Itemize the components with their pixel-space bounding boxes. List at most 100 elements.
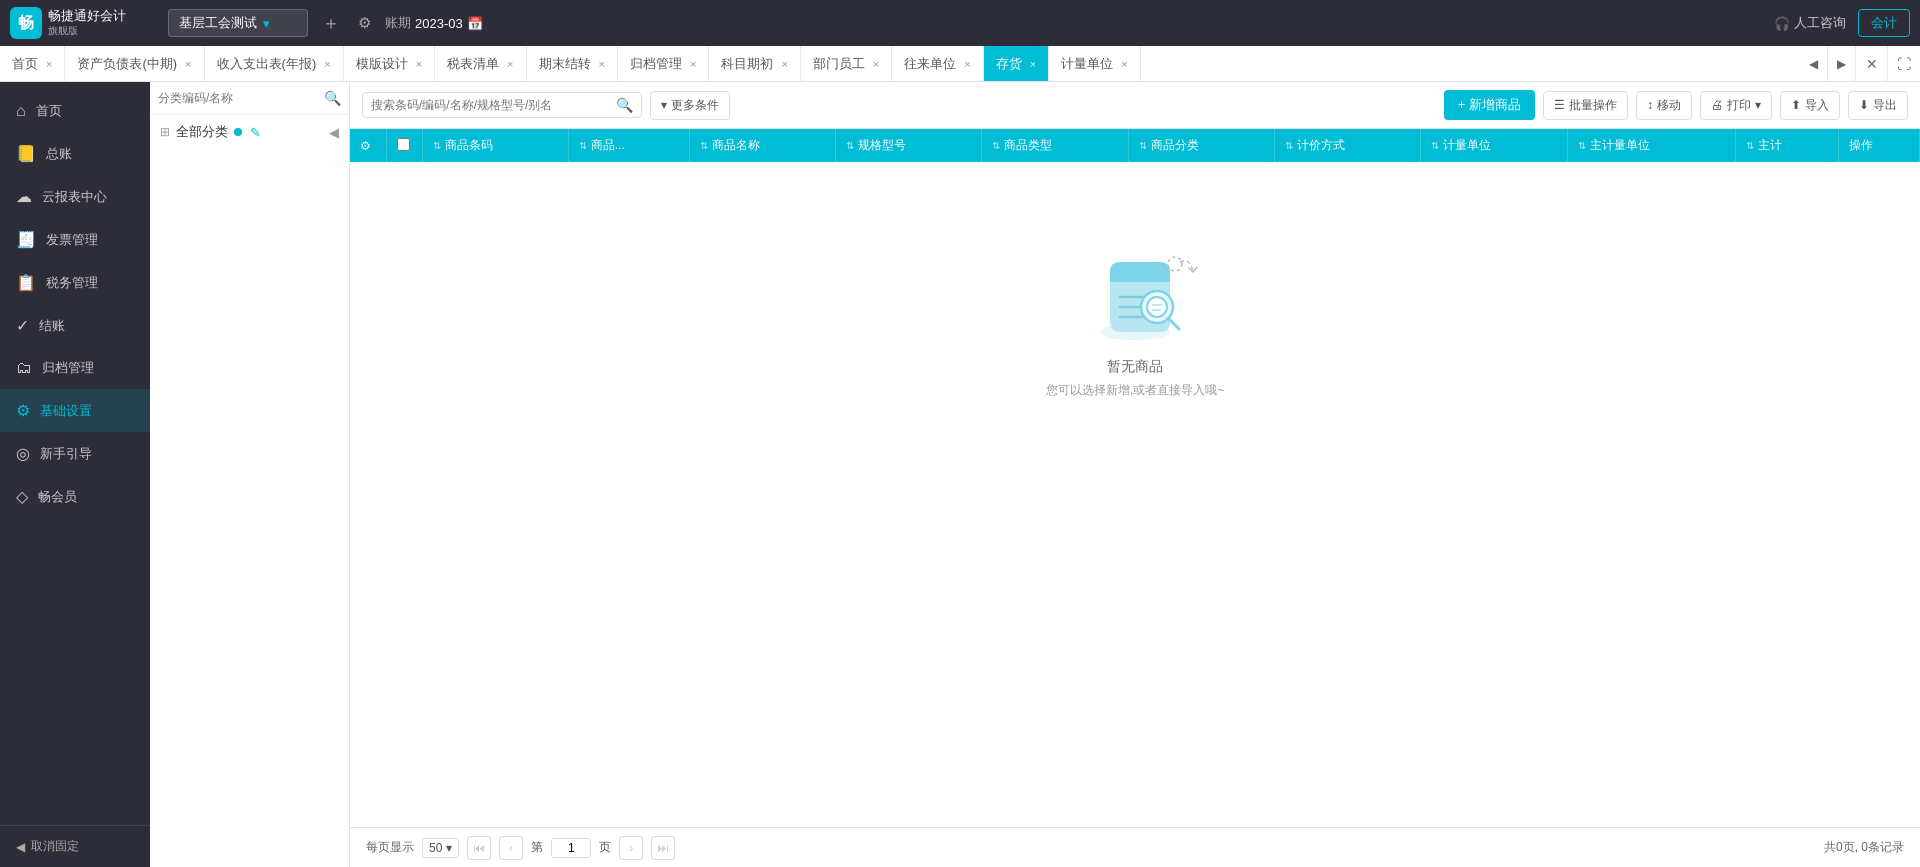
sidebar-label-8: 新手引导 [40,445,92,463]
sidebar-item-畅会员[interactable]: ◇畅会员 [0,475,150,518]
th-price-method-label: 计价方式 [1297,137,1345,154]
sidebar-item-结账[interactable]: ✓结账 [0,304,150,347]
category-search-input[interactable] [158,91,324,105]
collapse-panel-icon[interactable]: ◀ [329,125,339,140]
tab-close-all-button[interactable]: ✕ [1856,46,1888,81]
select-all-checkbox[interactable] [397,138,410,151]
product-search-icon[interactable]: 🔍 [616,97,633,113]
tab-item-2[interactable]: 收入支出表(年报)× [205,46,344,81]
page-number-input[interactable] [551,838,591,858]
tab-item-7[interactable]: 科目期初 × [709,46,800,81]
sidebar-item-发票管理[interactable]: 🧾发票管理 [0,218,150,261]
tab-scroll-right-button[interactable]: ▶ [1828,46,1856,81]
settings-gear-icon[interactable]: ⚙ [352,12,377,34]
sidebar-item-云报表中心[interactable]: ☁ 云报表中心 [0,175,150,218]
sidebar-item-基础设置[interactable]: ⚙基础设置 [0,389,150,432]
tab-item-9[interactable]: 往来单位× [892,46,983,81]
tab-item-0[interactable]: 首页 × [0,46,65,81]
prev-page-button[interactable]: ‹ [499,836,523,860]
tab-item-1[interactable]: 资产负债表(中期)× [65,46,204,81]
page-label: 第 [531,839,543,856]
add-product-button[interactable]: + 新增商品 [1444,90,1535,120]
sidebar-item-归档管理[interactable]: 🗂归档管理 [0,347,150,389]
per-page-select[interactable]: 50 ▾ [422,838,459,858]
tab-close-0[interactable]: × [46,58,52,70]
tab-close-4[interactable]: × [507,58,513,70]
th-main-unit[interactable]: ⇅主计量单位 [1567,129,1735,162]
print-button[interactable]: 🖨 打印 ▾ [1700,91,1772,120]
th-checkbox[interactable] [386,129,422,162]
export-icon: ⬇ [1859,98,1869,112]
tab-item-11[interactable]: 计量单位× [1049,46,1140,81]
th-name[interactable]: ⇅商品名称 [689,129,835,162]
next-page-button[interactable]: › [619,836,643,860]
tab-item-3[interactable]: 模版设计× [344,46,435,81]
th-name-label: 商品名称 [712,137,760,154]
th-main-calc-label: 主计 [1758,137,1782,154]
th-spec[interactable]: ⇅规格型号 [836,129,982,162]
customer-service-button[interactable]: 🎧 人工咨询 [1774,14,1846,32]
tab-close-3[interactable]: × [416,58,422,70]
sidebar-label-0: 首页 [36,102,62,120]
sidebar-item-新手引导[interactable]: ◎ 新手引导 [0,432,150,475]
tab-close-10[interactable]: × [1030,58,1036,70]
th-unit[interactable]: ⇅计量单位 [1421,129,1567,162]
tab-close-6[interactable]: × [690,58,696,70]
th-barcode[interactable]: ⇅商品条码 [422,129,568,162]
tab-item-10[interactable]: 存货× [984,46,1049,81]
add-tab-button[interactable]: ＋ [316,9,346,37]
category-search-icon[interactable]: 🔍 [324,90,341,106]
tab-close-8[interactable]: × [873,58,879,70]
tab-item-4[interactable]: 税表清单× [435,46,526,81]
export-button[interactable]: ⬇ 导出 [1848,91,1908,120]
tab-item-5[interactable]: 期末结转× [527,46,618,81]
th-code[interactable]: ⇅商品... [568,129,689,162]
sidebar-label-2: 云报表中心 [42,188,107,206]
th-settings[interactable]: ⚙ [350,129,386,162]
first-page-button[interactable]: ⏮ [467,836,491,860]
grid-icon: ⊞ [160,125,170,139]
sidebar-item-总账[interactable]: 📒总账 [0,132,150,175]
tab-label-7: 科目期初 [721,55,773,73]
print-label: 打印 [1727,97,1751,114]
th-main-calc[interactable]: ⇅主计 [1735,129,1838,162]
sidebar-icon-2: ☁ [16,187,32,206]
table-header: ⚙ ⇅商品条码 ⇅商品... ⇅商品名称 [350,129,1920,162]
sort-icon: ⇅ [1431,140,1439,151]
tab-label-0: 首页 [12,55,38,73]
active-indicator [234,128,242,136]
import-button[interactable]: ⬆ 导入 [1780,91,1840,120]
toolbar: 🔍 ▾ 更多条件 + 新增商品 ☰ 批量操作 ↕ 移动 [350,82,1920,129]
sidebar-item-首页[interactable]: ⌂ 首页 [0,90,150,132]
tab-item-8[interactable]: 部门员工× [801,46,892,81]
more-filter-button[interactable]: ▾ 更多条件 [650,91,730,120]
tab-close-5[interactable]: × [599,58,605,70]
account-button[interactable]: 会计 [1858,9,1910,37]
edit-category-icon[interactable]: ✎ [250,125,261,140]
sidebar-icon-8: ◎ [16,444,30,463]
batch-operation-button[interactable]: ☰ 批量操作 [1543,91,1628,120]
category-all-item[interactable]: ⊞ 全部分类 ✎ ◀ [150,115,349,149]
tab-item-6[interactable]: 归档管理× [618,46,709,81]
tab-close-1[interactable]: × [185,58,191,70]
tab-close-7[interactable]: × [781,58,787,70]
tab-scroll-left-button[interactable]: ◀ [1800,46,1828,81]
sidebar-icon-0: ⌂ [16,102,26,120]
move-button[interactable]: ↕ 移动 [1636,91,1692,120]
company-name: 基层工会测试 [179,14,257,32]
tab-close-11[interactable]: × [1121,58,1127,70]
company-selector[interactable]: 基层工会测试 ▾ [168,9,308,37]
sort-icon: ⇅ [992,140,1000,151]
tab-close-9[interactable]: × [964,58,970,70]
tab-expand-button[interactable]: ⛶ [1888,46,1920,81]
tab-close-2[interactable]: × [324,58,330,70]
sidebar-item-税务管理[interactable]: 📋税务管理 [0,261,150,304]
th-type[interactable]: ⇅商品类型 [982,129,1128,162]
product-table-container[interactable]: ⚙ ⇅商品条码 ⇅商品... ⇅商品名称 [350,129,1920,827]
th-price-method[interactable]: ⇅计价方式 [1275,129,1421,162]
product-search-input[interactable] [371,98,610,112]
cancel-fixed-button[interactable]: ◀ 取消固定 [0,825,150,867]
calendar-icon[interactable]: 📅 [467,16,483,31]
last-page-button[interactable]: ⏭ [651,836,675,860]
th-category[interactable]: ⇅商品分类 [1128,129,1274,162]
